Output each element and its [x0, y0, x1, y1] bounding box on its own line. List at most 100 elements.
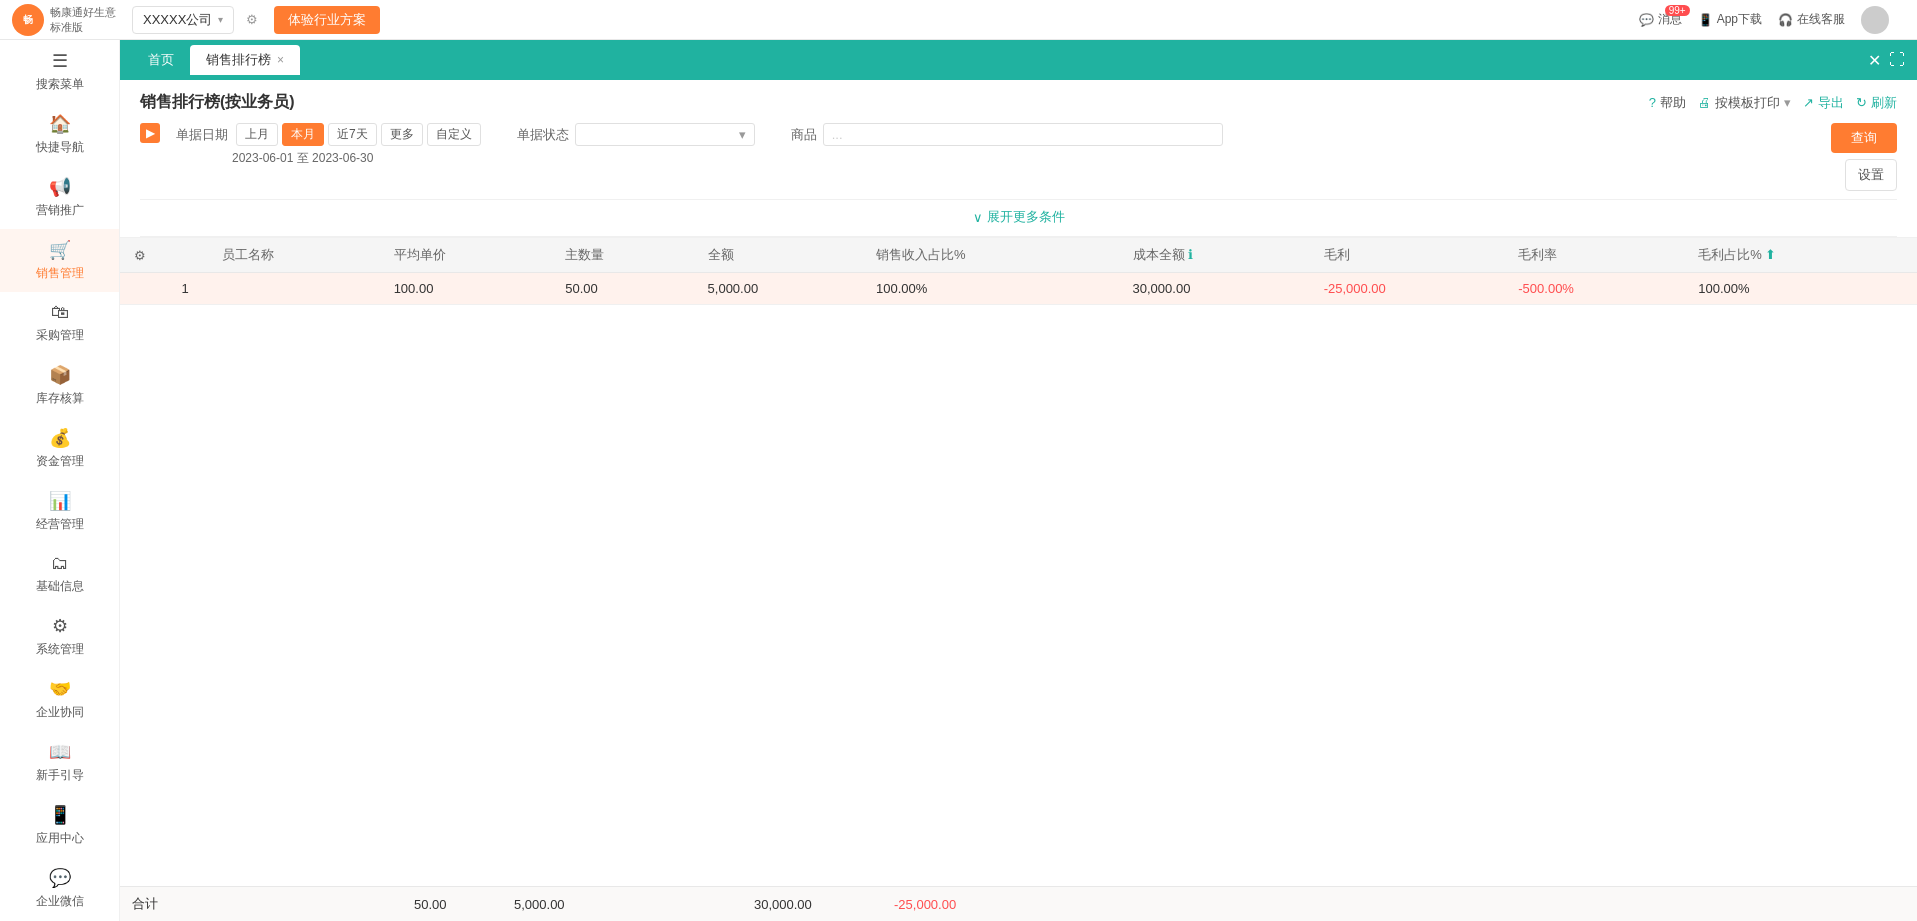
tab-home[interactable]: 首页	[132, 45, 190, 75]
print-arrow-icon: ▾	[1784, 95, 1791, 110]
message-badge: 99+	[1665, 5, 1690, 16]
sidebar-item-label: 营销推广	[36, 202, 84, 219]
try-button[interactable]: 体验行业方案	[274, 6, 380, 34]
sidebar-item-marketing[interactable]: 📢 营销推广	[0, 166, 119, 229]
settings-icon[interactable]: ⚙	[238, 6, 266, 34]
app-download-label: App下载	[1717, 11, 1762, 28]
collapse-toggle[interactable]: ▶	[140, 123, 160, 143]
close-window-icon[interactable]: ✕	[1868, 51, 1881, 70]
sidebar-item-label: 快捷导航	[36, 139, 84, 156]
footer-cost-amount: 30,000.00	[742, 897, 882, 912]
company-selector[interactable]: XXXXX公司 ▾	[132, 6, 234, 34]
finance-icon: 💰	[49, 427, 71, 449]
footer-main-qty: 50.00	[402, 897, 502, 912]
content-area: 首页 销售排行榜 × ✕ ⛶ 销售排行榜(按业务员) ? 帮助	[120, 40, 1917, 921]
refresh-button[interactable]: ↻ 刷新	[1856, 94, 1897, 112]
th-settings[interactable]: ⚙	[120, 238, 160, 273]
tab-label: 销售排行榜	[206, 51, 271, 69]
filter-row-1: ▶ 单据日期 上月 本月 近7天 更多 自定义	[140, 123, 1897, 191]
logo-area: 畅 畅康通好生意 标准版	[12, 4, 116, 36]
table-row: 1 100.00 50.00 5,000.00 100.00% 30,000.0…	[120, 273, 1917, 305]
sidebar-item-app-center[interactable]: 📱 应用中心	[0, 794, 119, 857]
maximize-icon[interactable]: ⛶	[1889, 51, 1905, 69]
date-btn-last-month[interactable]: 上月	[236, 123, 278, 146]
sidebar-item-quick-nav[interactable]: 🏠 快捷导航	[0, 103, 119, 166]
footer-gross-profit: -25,000.00	[882, 897, 1002, 912]
page-header: 销售排行榜(按业务员) ? 帮助 🖨 按模板打印 ▾ ↗	[120, 80, 1917, 238]
online-service-label: 在线客服	[1797, 11, 1845, 28]
sidebar-item-purchase-mgmt[interactable]: 🛍 采购管理	[0, 292, 119, 354]
help-button[interactable]: ? 帮助	[1649, 94, 1686, 112]
th-gross-pct: 毛利占比% ⬆	[1686, 238, 1917, 273]
date-buttons: 上月 本月 近7天 更多 自定义	[236, 123, 481, 146]
filter-area: ▶ 单据日期 上月 本月 近7天 更多 自定义	[140, 123, 1897, 237]
status-select[interactable]: ▾	[575, 123, 755, 146]
tab-sales-rank[interactable]: 销售排行榜 ×	[190, 45, 300, 75]
sidebar-item-basic-info[interactable]: 🗂 基础信息	[0, 543, 119, 605]
th-rank	[160, 238, 210, 273]
export-label: 导出	[1818, 94, 1844, 112]
sidebar-item-label: 库存核算	[36, 390, 84, 407]
sidebar-item-sales-mgmt[interactable]: 🛒 销售管理	[0, 229, 119, 292]
wechat-icon: 💬	[49, 867, 71, 889]
sidebar-item-enterprise-wechat[interactable]: 💬 企业微信	[0, 857, 119, 920]
page-title: 销售排行榜(按业务员)	[140, 92, 295, 113]
purchase-icon: 🛍	[51, 302, 69, 323]
expand-label: 展开更多条件	[987, 208, 1065, 226]
avatar[interactable]	[1861, 6, 1889, 34]
sidebar-item-search-order[interactable]: ☰ 搜索菜单	[0, 40, 119, 103]
app-download-button[interactable]: 📱 App下载	[1698, 11, 1762, 28]
sidebar-item-label: 经营管理	[36, 516, 84, 533]
td-cost-amount: 30,000.00	[1121, 273, 1312, 305]
page-content: 销售排行榜(按业务员) ? 帮助 🖨 按模板打印 ▾ ↗	[120, 80, 1917, 921]
online-service-button[interactable]: 🎧 在线客服	[1778, 11, 1845, 28]
tab-close-icon[interactable]: ×	[277, 53, 284, 67]
collab-icon: 🤝	[49, 678, 71, 700]
print-button[interactable]: 🖨 按模板打印 ▾	[1698, 94, 1791, 112]
sidebar-item-finance[interactable]: 💰 资金管理	[0, 417, 119, 480]
sidebar-item-label: 销售管理	[36, 265, 84, 282]
footer-amount: 5,000.00	[502, 897, 622, 912]
headset-icon: 🎧	[1778, 13, 1793, 27]
help-icon: ?	[1649, 95, 1656, 110]
logo-text: 畅康通好生意 标准版	[50, 5, 116, 34]
inventory-icon: 📦	[49, 364, 71, 386]
sidebar-item-beginner-guide[interactable]: 📖 新手引导	[0, 731, 119, 794]
th-avg-price: 平均单价	[382, 238, 554, 273]
operations-icon: 📊	[49, 490, 71, 512]
date-btn-more[interactable]: 更多	[381, 123, 423, 146]
message-button[interactable]: 💬 消息 99+	[1639, 11, 1682, 28]
date-btn-this-month[interactable]: 本月	[282, 123, 324, 146]
tabbar-actions: ✕ ⛶	[1868, 51, 1905, 70]
td-gross-rate: -500.00%	[1506, 273, 1686, 305]
main-layout: ☰ 搜索菜单 🏠 快捷导航 📢 营销推广 🛒 销售管理 🛍 采购管理 📦 库存核…	[0, 40, 1917, 921]
header-actions: ? 帮助 🖨 按模板打印 ▾ ↗ 导出 ↻	[1649, 94, 1897, 112]
sidebar-item-system-mgmt[interactable]: ⚙ 系统管理	[0, 605, 119, 668]
expand-more-conditions[interactable]: ∨ 展开更多条件	[140, 199, 1897, 226]
sidebar-item-enterprise-collab[interactable]: 🤝 企业协同	[0, 668, 119, 731]
query-button[interactable]: 查询	[1831, 123, 1897, 153]
date-btn-7days[interactable]: 近7天	[328, 123, 377, 146]
footer-sales-pct	[622, 897, 742, 912]
page-title-row: 销售排行榜(按业务员) ? 帮助 🖨 按模板打印 ▾ ↗	[140, 92, 1897, 113]
sidebar-item-operations[interactable]: 📊 经营管理	[0, 480, 119, 543]
status-filter: 单据状态 ▾	[517, 123, 755, 146]
table-header-row: ⚙ 员工名称 平均单价 主数量 全额 销售收入占比% 成本全额 ℹ 毛利 毛利率…	[120, 238, 1917, 273]
export-button[interactable]: ↗ 导出	[1803, 94, 1844, 112]
setting-button[interactable]: 设置	[1845, 159, 1897, 191]
th-main-qty: 主数量	[553, 238, 695, 273]
sidebar-item-label: 企业协同	[36, 704, 84, 721]
th-sales-pct: 销售收入占比%	[864, 238, 1120, 273]
goods-filter-label: 商品	[791, 126, 817, 144]
system-icon: ⚙	[52, 615, 68, 637]
td-gross-profit: -25,000.00	[1312, 273, 1507, 305]
th-gross-profit: 毛利	[1312, 238, 1507, 273]
date-filter-label: 单据日期	[176, 126, 228, 144]
date-btn-custom[interactable]: 自定义	[427, 123, 481, 146]
table-footer: 合计 50.00 5,000.00 30,000.00 -25,000.00	[120, 886, 1917, 921]
sidebar-item-inventory[interactable]: 📦 库存核算	[0, 354, 119, 417]
goods-input[interactable]: ...	[823, 123, 1223, 146]
company-name: XXXXX公司	[143, 11, 212, 29]
home-icon: 🏠	[49, 113, 71, 135]
print-label: 按模板打印	[1715, 94, 1780, 112]
